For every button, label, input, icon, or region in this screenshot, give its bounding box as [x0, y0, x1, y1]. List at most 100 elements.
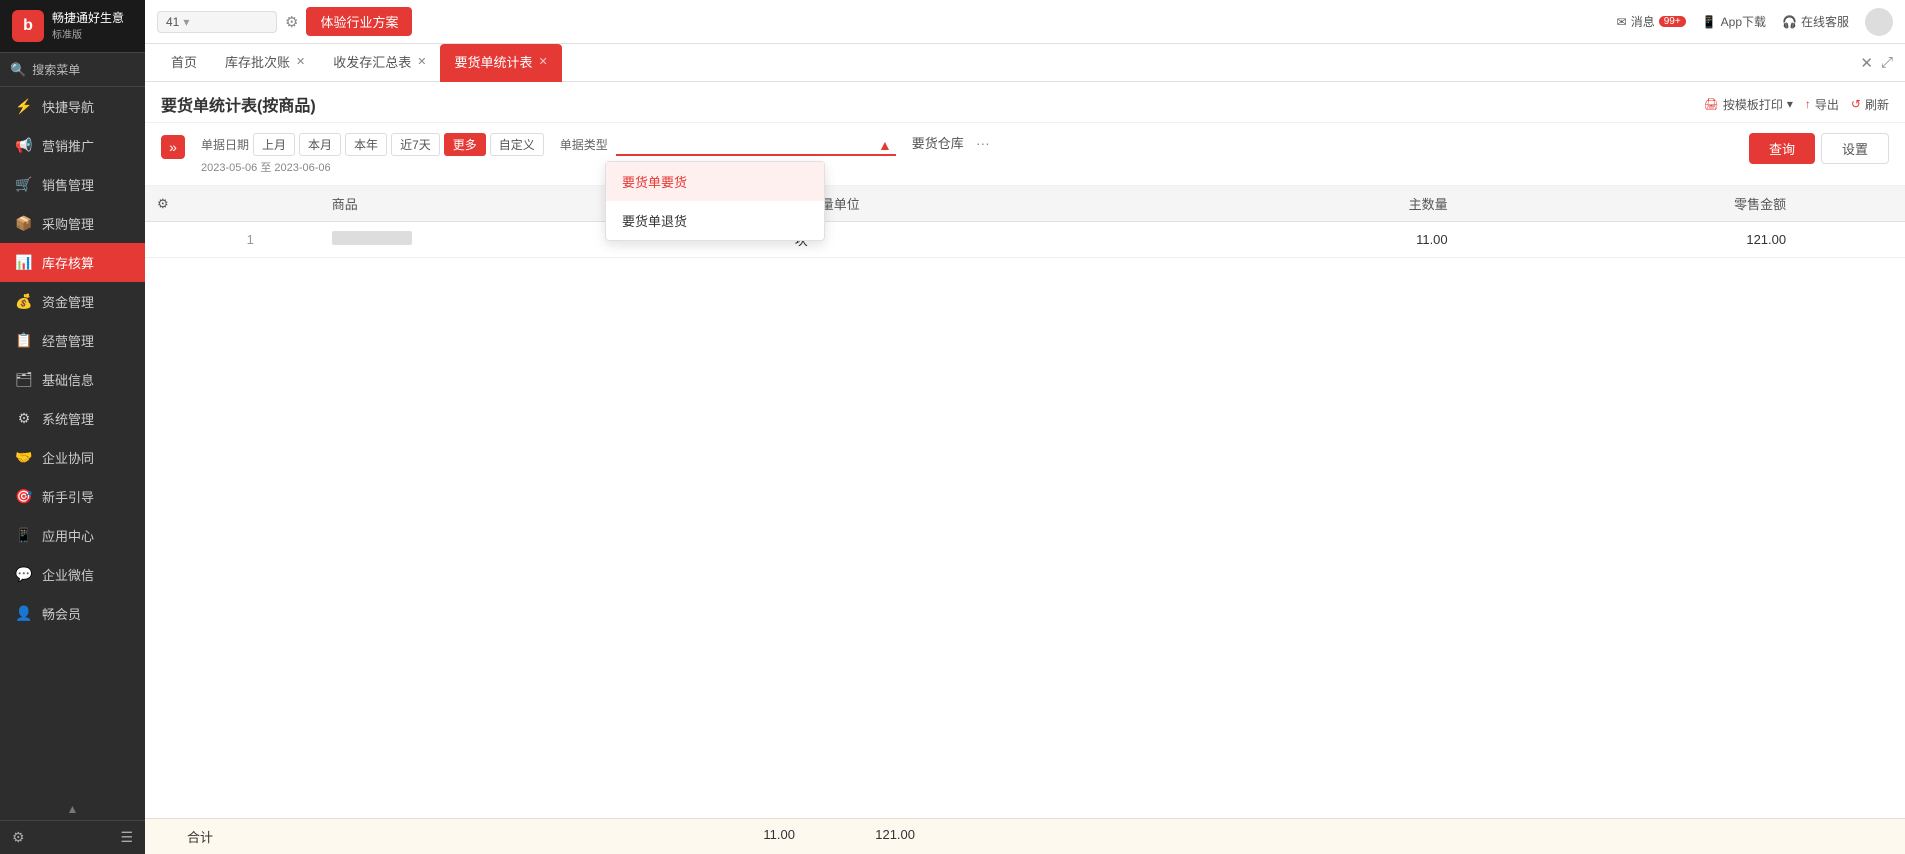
topbar-left: 41 ▾ ⚙ 体验行业方案: [157, 7, 1607, 36]
query-button[interactable]: 查询: [1749, 133, 1815, 164]
sidebar-item-system[interactable]: ⚙ 系统管理: [0, 399, 145, 438]
sidebar-item-operation[interactable]: 📋 经营管理: [0, 321, 145, 360]
trial-button[interactable]: 体验行业方案: [306, 7, 412, 36]
sidebar-footer: ⚙ ☰: [0, 820, 145, 854]
filter-expand-button[interactable]: »: [161, 135, 185, 159]
system-icon: ⚙: [14, 410, 34, 427]
sidebar-item-inventory[interactable]: 📊 库存核算: [0, 243, 145, 282]
order-type-filter-group: 单据类型 ▲: [560, 133, 896, 156]
service-icon: 🎧: [1782, 15, 1797, 29]
sidebar-item-member[interactable]: 👤 畅会员: [0, 594, 145, 633]
footer-settings-icon[interactable]: ⚙: [12, 829, 25, 846]
warehouse-more-icon[interactable]: ···: [976, 135, 990, 151]
page-header: 要货单统计表(按商品) 🖨 按模板打印 ▾ ↑ 导出 ↺ 刷新: [145, 82, 1905, 123]
tabs-expand-icon[interactable]: ⤢: [1881, 54, 1893, 72]
close-icon[interactable]: ✕: [539, 55, 548, 68]
search-icon: 🔍: [10, 62, 26, 78]
sidebar-item-purchase[interactable]: 📦 采购管理: [0, 204, 145, 243]
export-button[interactable]: ↑ 导出: [1805, 96, 1839, 113]
tab-inventory-batch[interactable]: 库存批次账 ✕: [211, 44, 319, 82]
export-label: 导出: [1815, 96, 1839, 113]
sidebar-item-sales[interactable]: 🛒 销售管理: [0, 165, 145, 204]
sidebar-item-label: 应用中心: [42, 526, 94, 545]
sidebar-item-collab[interactable]: 🤝 企业协同: [0, 438, 145, 477]
table-footer: 合计 11.00 121.00: [145, 818, 1905, 854]
close-icon[interactable]: ✕: [296, 55, 305, 68]
order-type-label: 单据类型: [560, 136, 608, 153]
app-subtitle: 标准版: [52, 26, 124, 41]
footer-quantity: 11.00: [687, 827, 807, 846]
date-curr-month-btn[interactable]: 本月: [299, 133, 341, 156]
sidebar-item-label: 企业微信: [42, 565, 94, 584]
order-type-dropdown: 要货单要货 要货单退货: [605, 161, 825, 241]
messages-action[interactable]: ✉ 消息 99+: [1617, 13, 1686, 30]
topbar-settings-icon[interactable]: ⚙: [285, 13, 298, 31]
row-unit-cell: 块: [783, 222, 1179, 258]
sales-icon: 🛒: [14, 176, 34, 193]
online-service-action[interactable]: 🎧 在线客服: [1782, 13, 1849, 30]
logo-icon: b: [12, 10, 44, 42]
company-name: 41: [166, 15, 179, 29]
sidebar-item-label: 采购管理: [42, 214, 94, 233]
company-selector[interactable]: 41 ▾: [157, 11, 277, 33]
row-settings-cell: [145, 222, 181, 258]
purchase-icon: 📦: [14, 215, 34, 232]
app-download-label: App下载: [1721, 13, 1766, 30]
topbar: 41 ▾ ⚙ 体验行业方案 ✉ 消息 99+ 📱 App下载 🎧 在线客服: [145, 0, 1905, 44]
settings-button[interactable]: 设置: [1821, 133, 1889, 164]
product-blurred: [332, 231, 412, 245]
print-template-button[interactable]: 🖨 按模板打印 ▾: [1704, 96, 1793, 113]
print-icon: 🖨: [1704, 97, 1719, 111]
wechat-icon: 💬: [14, 566, 34, 583]
guide-icon: 🎯: [14, 488, 34, 505]
tabs-close-all-icon[interactable]: ✕: [1860, 54, 1873, 72]
date-curr-year-btn[interactable]: 本年: [345, 133, 387, 156]
sidebar-scroll-up[interactable]: ▲: [0, 798, 145, 820]
date-filter: 单据日期 上月 本月 本年 近7天 更多 自定义: [201, 133, 544, 156]
export-icon: ↑: [1805, 97, 1811, 111]
sidebar-item-finance[interactable]: 💰 资金管理: [0, 282, 145, 321]
sidebar-item-label: 库存核算: [42, 253, 94, 272]
sidebar-item-guide[interactable]: 🎯 新手引导: [0, 477, 145, 516]
order-type-dropdown-icon[interactable]: ▲: [878, 137, 892, 153]
order-type-input[interactable]: [616, 133, 896, 156]
date-custom-btn[interactable]: 自定义: [490, 133, 544, 156]
tab-order-summary[interactable]: 要货单统计表 ✕: [440, 44, 561, 82]
app-download-action[interactable]: 📱 App下载: [1702, 13, 1766, 30]
date-7days-btn[interactable]: 近7天: [391, 133, 440, 156]
sidebar-item-shortcut[interactable]: ⚡ 快捷导航: [0, 87, 145, 126]
sidebar-item-label: 系统管理: [42, 409, 94, 428]
refresh-button[interactable]: ↺ 刷新: [1851, 96, 1889, 113]
tab-receivable-summary[interactable]: 收发存汇总表 ✕: [319, 44, 440, 82]
member-icon: 👤: [14, 605, 34, 622]
dropdown-item-requisition[interactable]: 要货单要货: [606, 162, 824, 201]
filter-bar: » 单据日期 上月 本月 本年 近7天 更多 自定义 2023-05-06 至 …: [145, 123, 1905, 186]
operation-icon: 📋: [14, 332, 34, 349]
row-num-cell: 1: [181, 222, 320, 258]
sidebar-item-label: 营销推广: [42, 136, 94, 155]
tabs-end-actions: ✕ ⤢: [1860, 54, 1893, 72]
sidebar-item-appstore[interactable]: 📱 应用中心: [0, 516, 145, 555]
app-logo: b 畅捷通好生意 标准版: [0, 0, 145, 53]
user-avatar[interactable]: [1865, 8, 1893, 36]
tab-home[interactable]: 首页: [157, 44, 211, 82]
chevron-down-icon: ▾: [183, 15, 189, 29]
footer-menu-icon[interactable]: ☰: [120, 829, 133, 846]
collab-icon: 🤝: [14, 449, 34, 466]
dropdown-item-return[interactable]: 要货单退货: [606, 201, 824, 240]
app-name: 畅捷通好生意: [52, 11, 124, 27]
col-settings[interactable]: ⚙: [145, 186, 181, 222]
sidebar-item-label: 快捷导航: [42, 97, 94, 116]
sidebar-item-wechat[interactable]: 💬 企业微信: [0, 555, 145, 594]
sidebar-item-label: 销售管理: [42, 175, 94, 194]
filter-action-btns: 查询 设置: [1749, 133, 1889, 164]
sidebar-item-marketing[interactable]: 📢 营销推广: [0, 126, 145, 165]
date-prev-month-btn[interactable]: 上月: [253, 133, 295, 156]
sidebar-item-label: 畅会员: [42, 604, 81, 623]
appstore-icon: 📱: [14, 527, 34, 544]
messages-badge: 99+: [1659, 16, 1686, 27]
close-icon[interactable]: ✕: [417, 55, 426, 68]
date-more-btn[interactable]: 更多: [444, 133, 486, 156]
sidebar-search[interactable]: 🔍 搜索菜单: [0, 53, 145, 87]
sidebar-item-basic[interactable]: 🗂 基础信息: [0, 360, 145, 399]
